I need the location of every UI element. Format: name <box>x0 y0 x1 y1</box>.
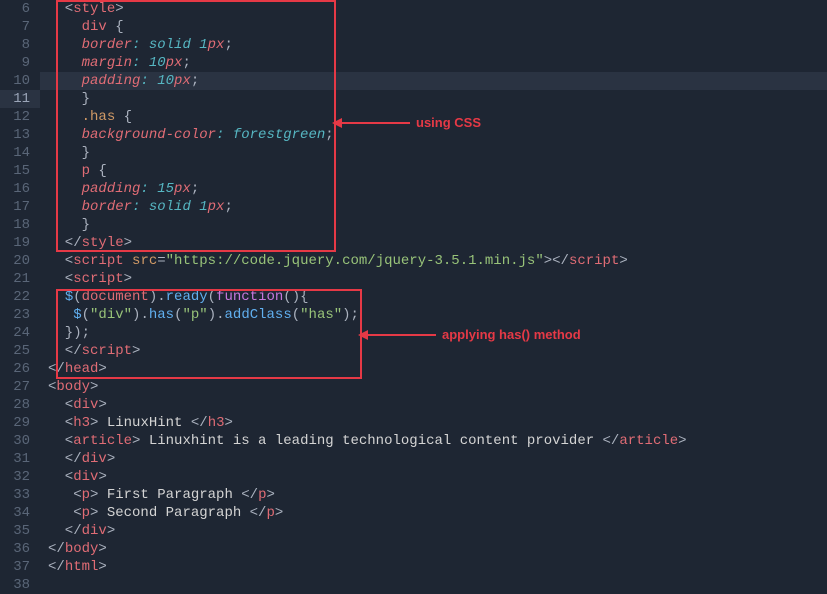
code-line: $("div").has("p").addClass("has"); <box>40 306 827 324</box>
code-line: <p> First Paragraph </p> <box>40 486 827 504</box>
line-number: 31 <box>0 450 40 468</box>
code-line: <style> <box>40 0 827 18</box>
line-number: 35 <box>0 522 40 540</box>
line-number: 18 <box>0 216 40 234</box>
code-line: }); <box>40 324 827 342</box>
code-line: </html> <box>40 558 827 576</box>
line-number: 38 <box>0 576 40 594</box>
line-number: 28 <box>0 396 40 414</box>
line-number: 8 <box>0 36 40 54</box>
code-line: } <box>40 216 827 234</box>
code-line: <div> <box>40 396 827 414</box>
code-line: <p> Second Paragraph </p> <box>40 504 827 522</box>
code-line: </head> <box>40 360 827 378</box>
line-number: 23 <box>0 306 40 324</box>
code-line: </script> <box>40 342 827 360</box>
line-number: 11 <box>0 90 40 108</box>
code-line: <div> <box>40 468 827 486</box>
line-number: 6 <box>0 0 40 18</box>
line-number: 12 <box>0 108 40 126</box>
line-number: 30 <box>0 432 40 450</box>
line-number: 7 <box>0 18 40 36</box>
line-number: 16 <box>0 180 40 198</box>
code-line: <h3> LinuxHint </h3> <box>40 414 827 432</box>
line-number: 32 <box>0 468 40 486</box>
code-line: p { <box>40 162 827 180</box>
code-line: <script src="https://code.jquery.com/jqu… <box>40 252 827 270</box>
code-line: div { <box>40 18 827 36</box>
line-gutter: 6789101112131415161718192021222324252627… <box>0 0 40 592</box>
line-number: 34 <box>0 504 40 522</box>
line-number: 37 <box>0 558 40 576</box>
code-line: $(document).ready(function(){ <box>40 288 827 306</box>
line-number: 27 <box>0 378 40 396</box>
code-line: .has { <box>40 108 827 126</box>
code-line: } <box>40 144 827 162</box>
line-number: 36 <box>0 540 40 558</box>
line-number: 9 <box>0 54 40 72</box>
code-line: </div> <box>40 450 827 468</box>
line-number: 20 <box>0 252 40 270</box>
code-line: </style> <box>40 234 827 252</box>
line-number: 25 <box>0 342 40 360</box>
code-line: border: solid 1px; <box>40 198 827 216</box>
line-number: 24 <box>0 324 40 342</box>
line-number: 17 <box>0 198 40 216</box>
code-line: <body> <box>40 378 827 396</box>
line-number: 13 <box>0 126 40 144</box>
code-line: </body> <box>40 540 827 558</box>
code-line: <script> <box>40 270 827 288</box>
code-line: } <box>40 90 827 108</box>
code-line: border: solid 1px; <box>40 36 827 54</box>
line-number: 10 <box>0 72 40 90</box>
code-area[interactable]: <style> div { border: solid 1px; margin:… <box>40 0 827 592</box>
line-number: 26 <box>0 360 40 378</box>
line-number: 15 <box>0 162 40 180</box>
code-editor: 6789101112131415161718192021222324252627… <box>0 0 827 592</box>
code-line: margin: 10px; <box>40 54 827 72</box>
code-line: background-color: forestgreen; <box>40 126 827 144</box>
line-number: 33 <box>0 486 40 504</box>
code-line-active: padding: 10px; <box>40 72 827 90</box>
code-line: <article> Linuxhint is a leading technol… <box>40 432 827 450</box>
code-line: padding: 15px; <box>40 180 827 198</box>
line-number: 14 <box>0 144 40 162</box>
line-number: 21 <box>0 270 40 288</box>
line-number: 19 <box>0 234 40 252</box>
line-number: 22 <box>0 288 40 306</box>
line-number: 29 <box>0 414 40 432</box>
code-line: </div> <box>40 522 827 540</box>
